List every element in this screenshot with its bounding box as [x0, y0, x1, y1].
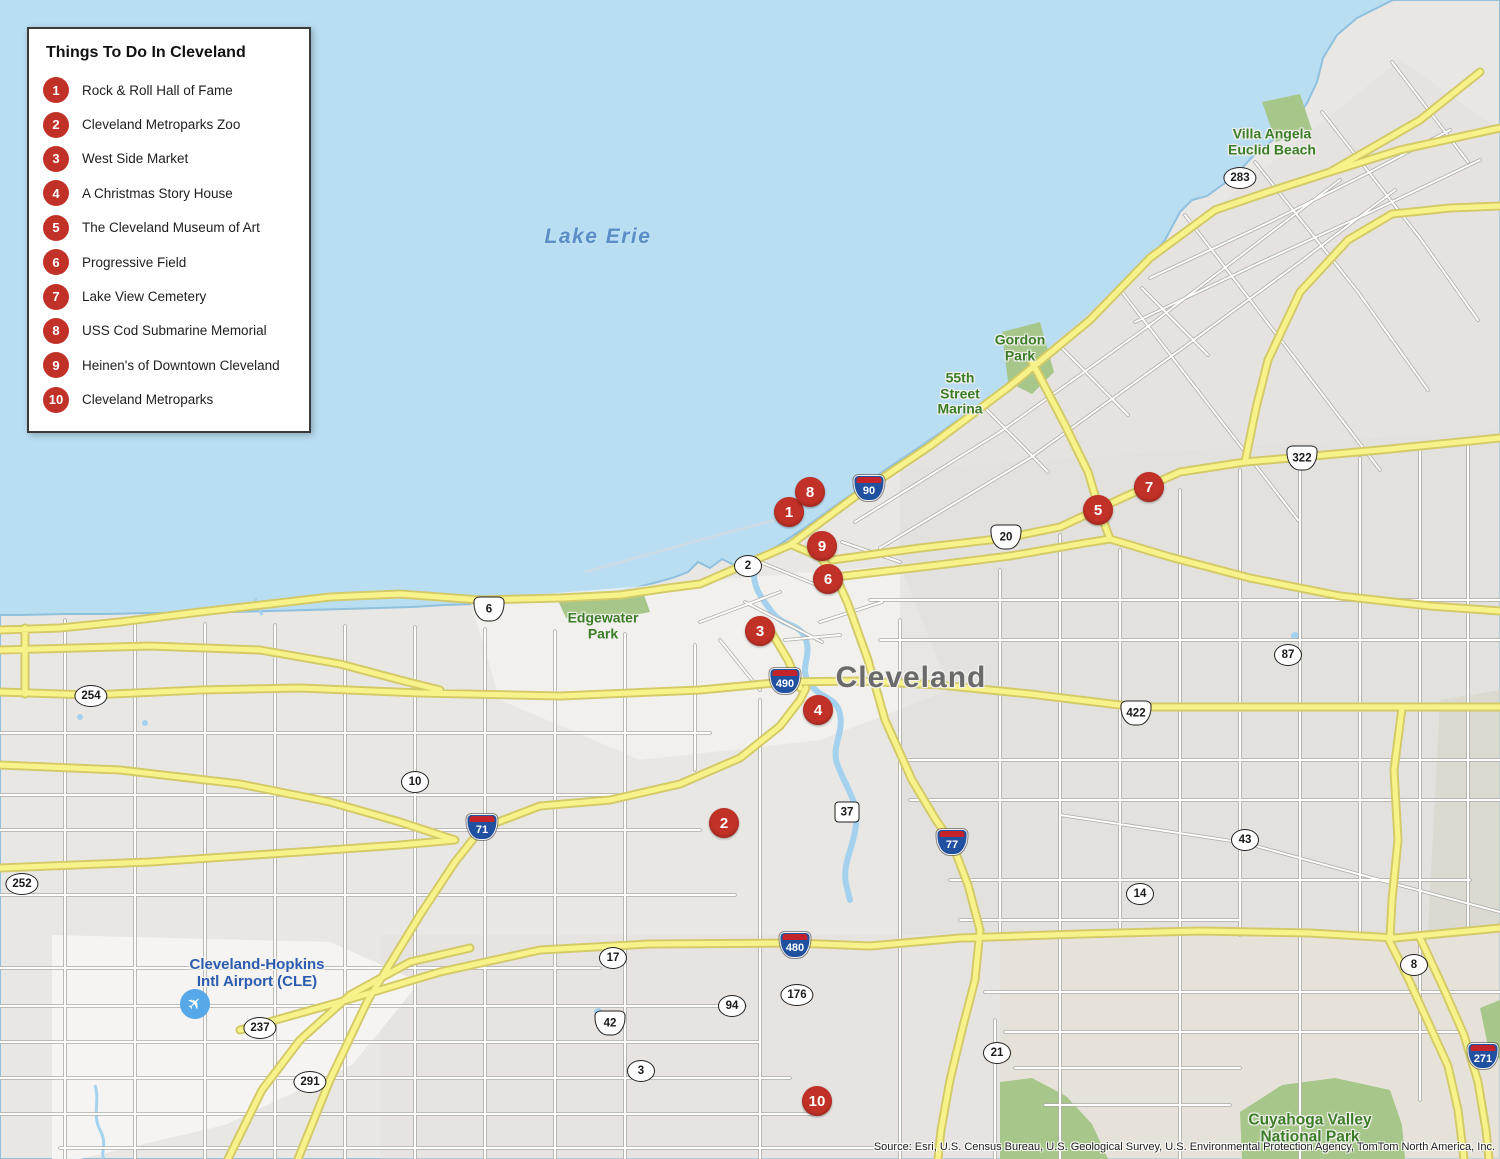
- legend-title: Things To Do In Cleveland: [46, 44, 295, 62]
- map-marker-7[interactable]: 7: [1134, 472, 1164, 502]
- airplane-icon: ✈: [180, 989, 210, 1019]
- route-shield-176: 176: [780, 984, 813, 1006]
- map-label-cleveland: Cleveland: [836, 661, 987, 695]
- legend-item-label: West Side Market: [82, 151, 188, 166]
- legend-item-label: Cleveland Metroparks Zoo: [82, 117, 240, 132]
- route-shield-237: 237: [243, 1017, 276, 1039]
- map-canvas[interactable]: Things To Do In Cleveland 1 Rock & Roll H…: [0, 0, 1500, 1159]
- legend-item-label: USS Cod Submarine Memorial: [82, 323, 267, 338]
- map-marker-9[interactable]: 9: [807, 531, 837, 561]
- map-label-lake-erie: Lake Erie: [545, 225, 652, 249]
- legend-item-number: 10: [43, 387, 69, 413]
- route-shield-14: 14: [1126, 883, 1154, 905]
- legend-item-label: Cleveland Metroparks: [82, 392, 213, 407]
- map-label-55th-street-marina: 55thStreetMarina: [937, 370, 982, 417]
- legend-item-label: A Christmas Story House: [82, 186, 233, 201]
- route-shield-37: 37: [835, 802, 860, 823]
- route-shield-3: 3: [627, 1060, 655, 1082]
- route-shield-10: 10: [401, 771, 429, 793]
- legend-item-label: Progressive Field: [82, 255, 186, 270]
- map-label-cleveland-hopkins-intl-airport: Cleveland-HopkinsIntl Airport (CLE): [189, 957, 324, 991]
- route-shield-21: 21: [983, 1042, 1011, 1064]
- legend-item-number: 9: [43, 352, 69, 378]
- route-shield-2: 2: [734, 555, 762, 577]
- legend-item-label: Lake View Cemetery: [82, 289, 206, 304]
- legend-item-number: 1: [43, 77, 69, 103]
- legend-item-number: 8: [43, 318, 69, 344]
- map-marker-8[interactable]: 8: [795, 477, 825, 507]
- legend-item: 3 West Side Market: [43, 142, 295, 176]
- map-label-edgewater-park: EdgewaterPark: [568, 610, 639, 641]
- route-shield-291: 291: [293, 1071, 326, 1093]
- legend-item-label: The Cleveland Museum of Art: [82, 220, 260, 235]
- map-marker-6[interactable]: 6: [813, 564, 843, 594]
- legend-item-number: 5: [43, 215, 69, 241]
- legend-item: 6 Progressive Field: [43, 245, 295, 279]
- source-attribution: Source: Esri, U.S. Census Bureau, U.S. G…: [874, 1141, 1495, 1153]
- map-marker-3[interactable]: 3: [745, 616, 775, 646]
- legend-item: 4 A Christmas Story House: [43, 176, 295, 210]
- map-label-villa-angela-euclid-beach: Villa AngelaEuclid Beach: [1228, 126, 1316, 157]
- map-marker-4[interactable]: 4: [803, 695, 833, 725]
- legend-item: 10 Cleveland Metroparks: [43, 383, 295, 417]
- route-shield-87: 87: [1274, 644, 1302, 666]
- map-marker-2[interactable]: 2: [709, 808, 739, 838]
- route-shield-8: 8: [1400, 954, 1428, 976]
- map-label-gordon-park: GordonPark: [995, 332, 1046, 363]
- route-shield-254: 254: [74, 685, 107, 707]
- route-shield-252: 252: [5, 873, 38, 895]
- legend-item: 5 The Cleveland Museum of Art: [43, 211, 295, 245]
- route-shield-43: 43: [1231, 829, 1259, 851]
- legend-item-number: 3: [43, 146, 69, 172]
- legend-panel: Things To Do In Cleveland 1 Rock & Roll H…: [27, 27, 311, 433]
- legend-item-number: 4: [43, 180, 69, 206]
- legend-item-label: Heinen's of Downtown Cleveland: [82, 358, 280, 373]
- legend-item-number: 2: [43, 112, 69, 138]
- legend-item: 7 Lake View Cemetery: [43, 279, 295, 313]
- legend-item: 1 Rock & Roll Hall of Fame: [43, 73, 295, 107]
- route-shield-94: 94: [718, 995, 746, 1017]
- legend-item-label: Rock & Roll Hall of Fame: [82, 83, 233, 98]
- legend-item-number: 6: [43, 249, 69, 275]
- legend-item: 8 USS Cod Submarine Memorial: [43, 314, 295, 348]
- map-marker-5[interactable]: 5: [1083, 495, 1113, 525]
- route-shield-283: 283: [1223, 167, 1256, 189]
- legend-item-number: 7: [43, 284, 69, 310]
- route-shield-17: 17: [599, 947, 627, 969]
- map-marker-10[interactable]: 10: [802, 1086, 832, 1116]
- legend-list: 1 Rock & Roll Hall of Fame 2 Cleveland Metr…: [43, 73, 295, 417]
- legend-item: 2 Cleveland Metroparks Zoo: [43, 107, 295, 141]
- legend-item: 9 Heinen's of Downtown Cleveland: [43, 348, 295, 382]
